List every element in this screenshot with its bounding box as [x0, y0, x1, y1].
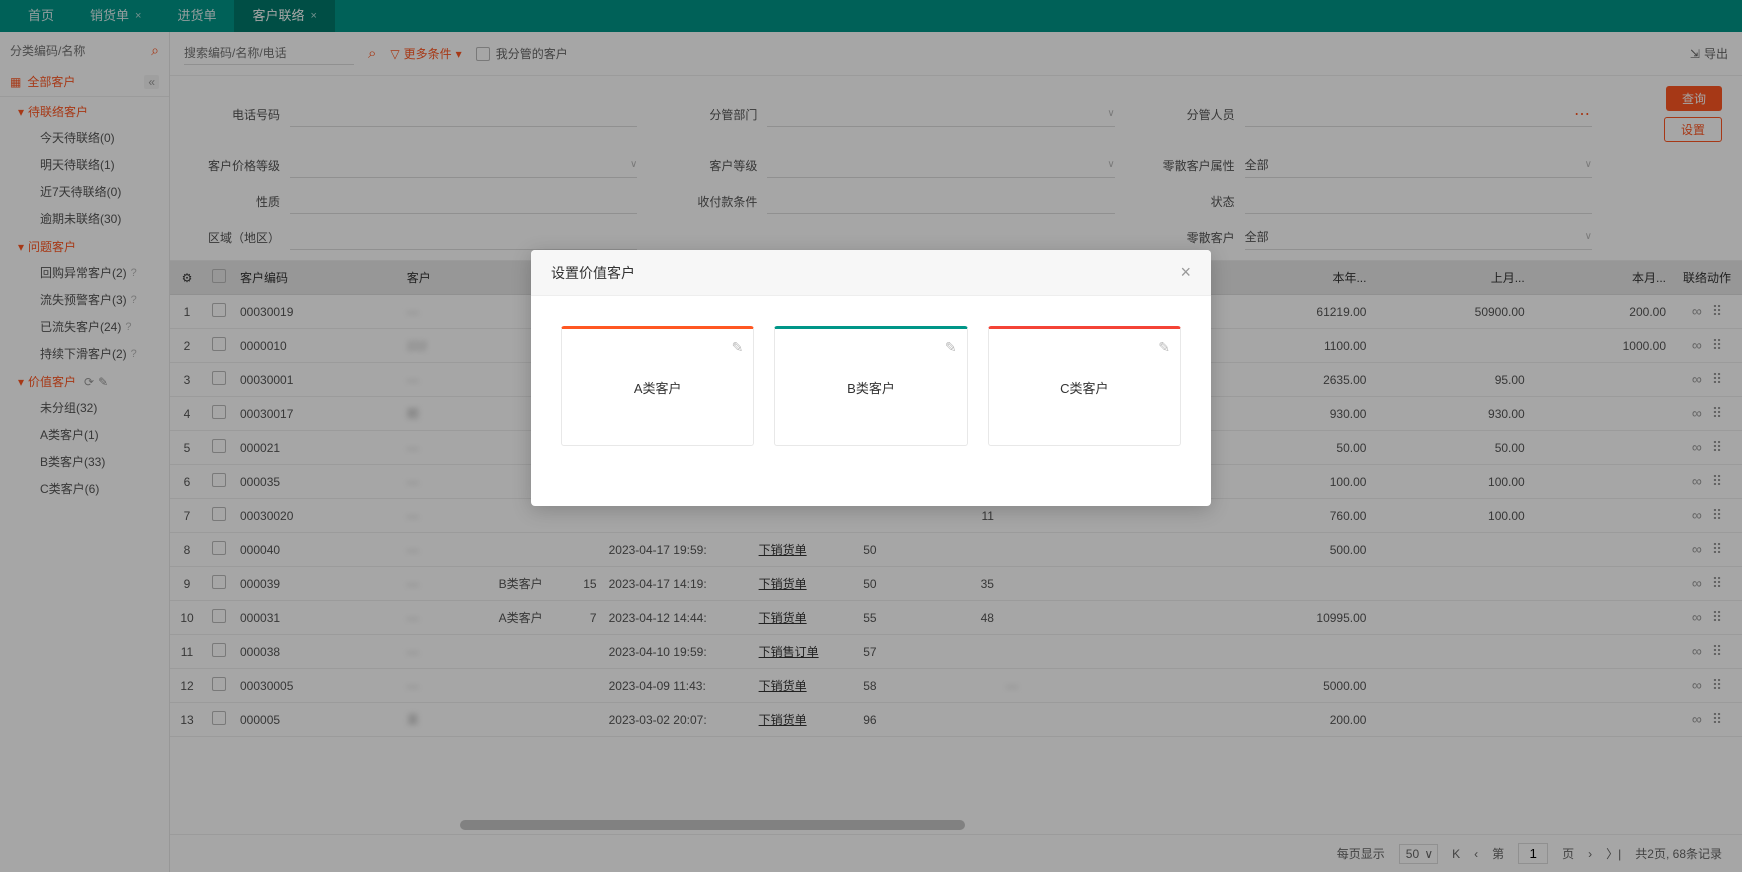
edit-icon[interactable]: ✎ — [945, 339, 957, 356]
category-label: A类客户 — [634, 378, 682, 397]
close-icon[interactable]: × — [1180, 262, 1191, 283]
edit-icon[interactable]: ✎ — [732, 339, 744, 356]
edit-icon[interactable]: ✎ — [1158, 339, 1170, 356]
category-card-a[interactable]: ✎ A类客户 — [561, 326, 754, 446]
modal-overlay[interactable]: 设置价值客户 × ✎ A类客户 ✎ B类客户 ✎ C类客户 — [0, 0, 1742, 872]
modal-title: 设置价值客户 — [551, 263, 635, 283]
value-customer-modal: 设置价值客户 × ✎ A类客户 ✎ B类客户 ✎ C类客户 — [531, 250, 1211, 506]
category-card-b[interactable]: ✎ B类客户 — [774, 326, 967, 446]
category-card-c[interactable]: ✎ C类客户 — [988, 326, 1181, 446]
category-label: C类客户 — [1060, 378, 1108, 397]
category-label: B类客户 — [847, 378, 895, 397]
